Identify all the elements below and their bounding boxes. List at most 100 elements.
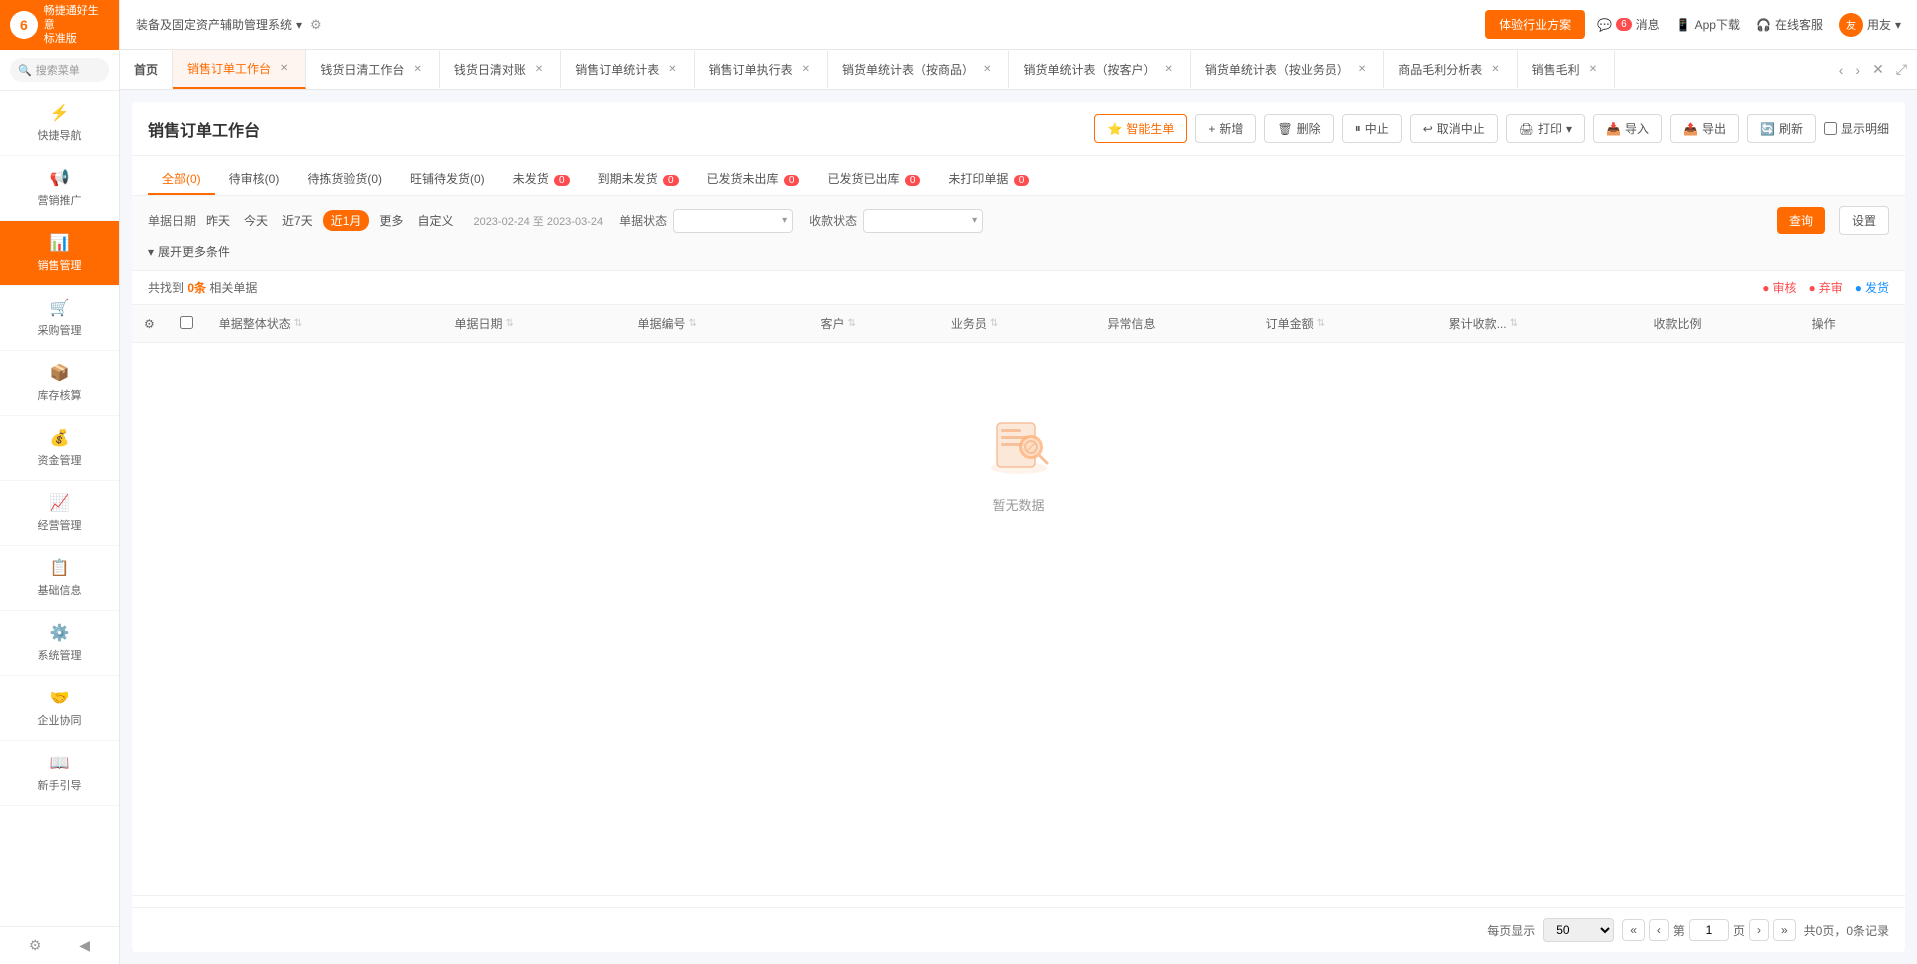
print-btn[interactable]: 🖨 打印 ▾ <box>1506 114 1585 143</box>
tab-close-icon[interactable]: ✕ <box>1488 63 1502 76</box>
print-icon: 🖨 <box>1519 122 1534 136</box>
tab-close-icon[interactable]: ✕ <box>410 63 424 76</box>
uncheck-link[interactable]: ● 弃审 <box>1808 279 1842 296</box>
filter-settings-btn[interactable]: 设置 <box>1839 206 1889 235</box>
select-all-checkbox[interactable] <box>180 316 193 329</box>
payment-select[interactable] <box>863 209 983 233</box>
subtab-overdue-ship[interactable]: 到期未发货 0 <box>584 164 693 195</box>
sidebar-item-operations[interactable]: 📈 经营管理 <box>0 481 119 546</box>
support-icon: 🎧 <box>1756 18 1771 32</box>
topbar-settings-icon[interactable]: ⚙ <box>310 17 322 33</box>
tab-sales-stats[interactable]: 销售订单统计表 ✕ <box>561 51 694 88</box>
add-btn[interactable]: + 新增 <box>1195 114 1256 143</box>
expand-conditions-btn[interactable]: ▾ 展开更多条件 <box>148 243 1889 260</box>
review-dot-icon: ● <box>1762 281 1769 295</box>
message-action[interactable]: 💬 6 消息 <box>1597 16 1660 33</box>
per-page-select[interactable]: 10 20 50 100 <box>1543 918 1614 942</box>
system-title-dropdown[interactable]: 装备及固定资产辅助管理系统 ▾ <box>136 16 302 33</box>
collapse-icon[interactable]: ◀ <box>79 937 90 954</box>
import-btn[interactable]: 📥 导入 <box>1593 114 1662 143</box>
subtab-pending-inspect[interactable]: 待拣货验货(0) <box>293 164 396 195</box>
tab-close-icon[interactable]: ✕ <box>1586 63 1600 76</box>
sort-amount[interactable]: 订单金额 <box>1266 315 1425 332</box>
tab-cash-daily[interactable]: 钱货日清工作台 ✕ <box>306 51 439 88</box>
tab-sales-more[interactable]: 销售毛利 ✕ <box>1518 51 1615 88</box>
tab-sales-workbench[interactable]: 销售订单工作台 ✕ <box>173 50 306 89</box>
tab-sales-stat-customer[interactable]: 销货单统计表（按客户） ✕ <box>1009 51 1190 88</box>
page-next-btn[interactable]: › <box>1749 919 1769 941</box>
user-menu[interactable]: 友 用友 ▾ <box>1839 13 1901 37</box>
tab-close-icon[interactable]: ✕ <box>980 63 994 76</box>
subtab-shipped-out[interactable]: 已发货已出库 0 <box>813 164 934 195</box>
payment-select-wrap <box>863 209 983 233</box>
subtab-all[interactable]: 全部(0) <box>148 164 215 195</box>
solution-btn[interactable]: 体验行业方案 <box>1485 10 1585 39</box>
stop-btn[interactable]: ⏸ 中止 <box>1342 114 1402 143</box>
sidebar-item-guide[interactable]: 📖 新手引导 <box>0 741 119 806</box>
date-opt-7days[interactable]: 近7天 <box>278 210 317 231</box>
tab-close-icon[interactable]: ✕ <box>1355 63 1369 76</box>
page-first-btn[interactable]: « <box>1622 919 1645 941</box>
export-btn[interactable]: 📤 导出 <box>1670 114 1739 143</box>
tab-sales-exec[interactable]: 销售订单执行表 ✕ <box>695 51 828 88</box>
tab-sales-stat-salesman[interactable]: 销货单统计表（按业务员） ✕ <box>1191 51 1384 88</box>
show-detail-checkbox[interactable] <box>1824 122 1837 135</box>
support-action[interactable]: 🎧 在线客服 <box>1756 16 1823 33</box>
sidebar-item-finance[interactable]: 💰 资金管理 <box>0 416 119 481</box>
sort-number[interactable]: 单据编号 <box>637 315 796 332</box>
search-menu-btn[interactable]: 🔍 搜索菜单 <box>10 58 109 82</box>
sidebar-item-inventory[interactable]: 📦 库存核算 <box>0 351 119 416</box>
query-btn[interactable]: 查询 <box>1777 207 1825 234</box>
date-opt-yesterday[interactable]: 昨天 <box>202 210 234 231</box>
page-last-btn[interactable]: » <box>1773 919 1796 941</box>
tab-home[interactable]: 首页 <box>120 51 173 88</box>
sort-collected[interactable]: 累计收款... <box>1449 315 1630 332</box>
tab-close-all-icon[interactable]: ✕ <box>1868 57 1888 82</box>
tab-nav-prev-icon[interactable]: ‹ <box>1835 58 1848 82</box>
tab-nav-next-icon[interactable]: › <box>1851 58 1864 82</box>
refresh-btn[interactable]: 🔄 刷新 <box>1747 114 1816 143</box>
tab-sales-margin[interactable]: 商品毛利分析表 ✕ <box>1384 51 1517 88</box>
sort-salesman[interactable]: 业务员 <box>951 315 1084 332</box>
subtab-wangpu-ship[interactable]: 旺铺待发货(0) <box>396 164 499 195</box>
tab-close-icon[interactable]: ✕ <box>277 62 291 75</box>
sidebar-item-system[interactable]: ⚙️ 系统管理 <box>0 611 119 676</box>
date-opt-today[interactable]: 今天 <box>240 210 272 231</box>
page-input[interactable] <box>1689 919 1729 941</box>
horizontal-scroll[interactable] <box>132 895 1905 907</box>
tab-close-icon[interactable]: ✕ <box>665 63 679 76</box>
tab-maximize-icon[interactable]: ⤢ <box>1892 57 1911 82</box>
tab-close-icon[interactable]: ✕ <box>799 63 813 76</box>
subtab-not-printed[interactable]: 未打印单据 0 <box>934 164 1043 195</box>
status-select[interactable] <box>673 209 793 233</box>
delete-btn[interactable]: 🗑 删除 <box>1264 114 1333 143</box>
tab-close-icon[interactable]: ✕ <box>1161 63 1175 76</box>
date-opt-1month[interactable]: 近1月 <box>323 210 370 231</box>
sidebar-item-collab[interactable]: 🤝 企业协同 <box>0 676 119 741</box>
subtab-not-shipped[interactable]: 未发货 0 <box>499 164 584 195</box>
sidebar-item-purchase[interactable]: 🛒 采购管理 <box>0 286 119 351</box>
smart-create-btn[interactable]: ⭐ 智能生单 <box>1094 114 1187 143</box>
column-settings-icon[interactable]: ⚙ <box>144 317 155 331</box>
sort-date[interactable]: 单据日期 <box>454 315 613 332</box>
tab-close-icon[interactable]: ✕ <box>532 63 546 76</box>
sidebar-item-sales[interactable]: 📊 销售管理 <box>0 221 119 286</box>
page-prev-btn[interactable]: ‹ <box>1649 919 1669 941</box>
date-opt-custom[interactable]: 自定义 <box>413 210 457 231</box>
sort-customer[interactable]: 客户 <box>820 315 926 332</box>
settings-bottom-icon[interactable]: ⚙ <box>29 937 42 954</box>
ship-link[interactable]: ● 发货 <box>1855 279 1889 296</box>
cancel-stop-btn[interactable]: ↩ 取消中止 <box>1410 114 1498 143</box>
tab-cash-reconcile[interactable]: 钱货日清对账 ✕ <box>440 51 561 88</box>
date-opt-more[interactable]: 更多 <box>375 210 407 231</box>
sidebar-item-baseinfo[interactable]: 📋 基础信息 <box>0 546 119 611</box>
show-detail-label[interactable]: 显示明细 <box>1824 120 1889 137</box>
sidebar-item-quicknav[interactable]: ⚡ 快捷导航 <box>0 91 119 156</box>
subtab-pending-review[interactable]: 待审核(0) <box>215 164 294 195</box>
sort-status[interactable]: 单据整体状态 <box>219 315 431 332</box>
subtab-shipped-not-out[interactable]: 已发货未出库 0 <box>693 164 814 195</box>
review-link[interactable]: ● 审核 <box>1762 279 1796 296</box>
sidebar-item-marketing[interactable]: 📢 营销推广 <box>0 156 119 221</box>
app-download-action[interactable]: 📱 App下载 <box>1676 16 1740 33</box>
tab-sales-stat-product[interactable]: 销货单统计表（按商品） ✕ <box>828 51 1009 88</box>
